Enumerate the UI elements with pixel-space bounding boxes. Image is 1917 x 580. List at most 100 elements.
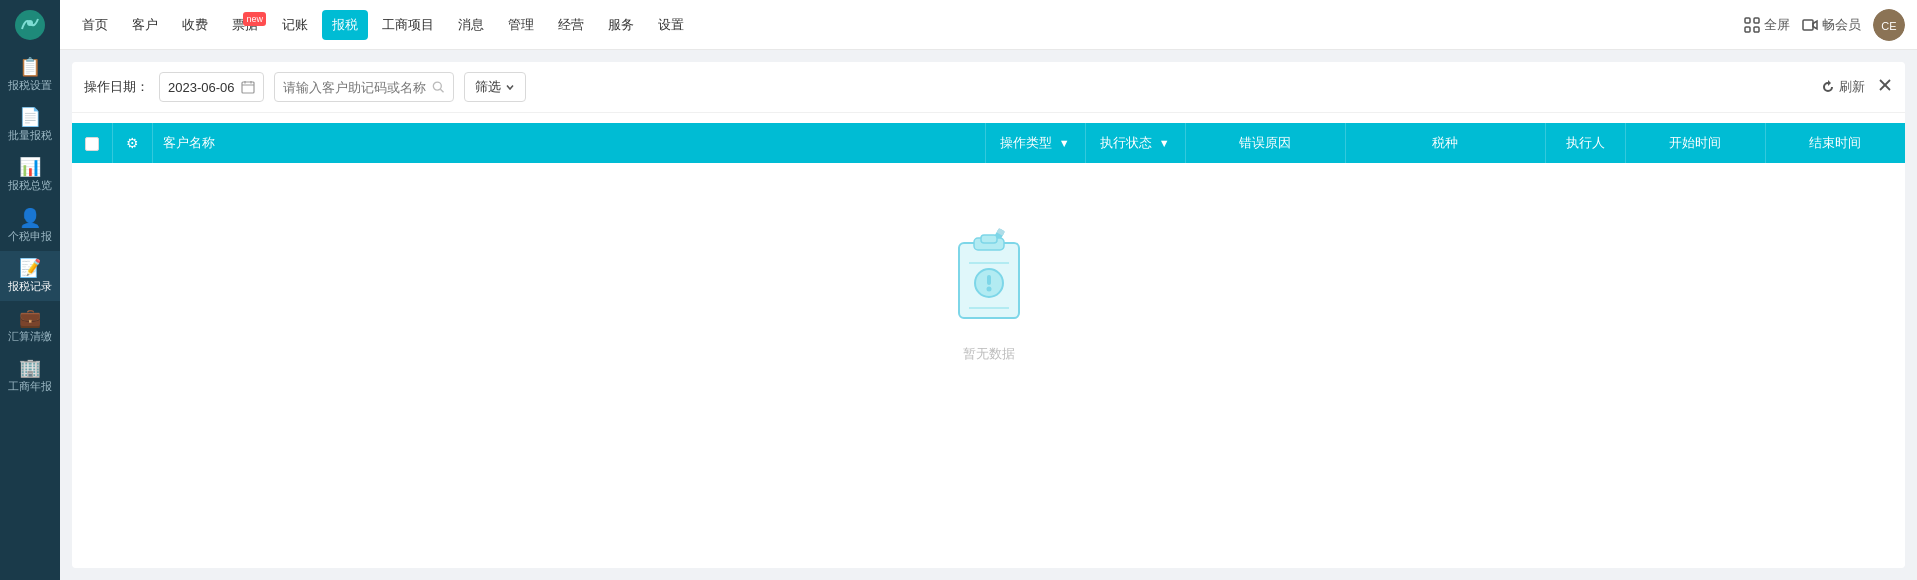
- date-value: 2023-06-06: [168, 80, 235, 95]
- filter-exec-status-icon[interactable]: ▼: [1159, 137, 1170, 149]
- main-area: 首页客户收费票据new记账报税工商项目消息管理经营服务设置 全屏 畅会员: [60, 0, 1917, 580]
- sidebar-label-4: 报税记录: [8, 280, 52, 293]
- nav-item-0[interactable]: 首页: [72, 10, 118, 40]
- sidebar-icon-5: 💼: [19, 309, 41, 327]
- topnav-right: 全屏 畅会员 CE: [1744, 9, 1905, 41]
- sidebar-item-1[interactable]: 📄 批量报税: [0, 100, 60, 150]
- settings-icon[interactable]: ⚙: [126, 135, 139, 151]
- sidebar-label-3: 个税申报: [8, 230, 52, 243]
- top-navbar: 首页客户收费票据new记账报税工商项目消息管理经营服务设置 全屏 畅会员: [60, 0, 1917, 50]
- sidebar-icon-6: 🏢: [19, 359, 41, 377]
- nav-item-8[interactable]: 管理: [498, 10, 544, 40]
- nav-item-9[interactable]: 经营: [548, 10, 594, 40]
- svg-point-13: [433, 82, 441, 90]
- nav-item-2[interactable]: 收费: [172, 10, 218, 40]
- th-tax-type: 税种: [1345, 123, 1545, 163]
- th-start-time: 开始时间: [1625, 123, 1765, 163]
- sidebar-icon-3: 👤: [19, 209, 41, 227]
- nav-badge-3: new: [243, 12, 266, 26]
- empty-illustration: [939, 223, 1039, 333]
- sidebar-item-5[interactable]: 💼 汇算清缴: [0, 301, 60, 351]
- sidebar-item-4[interactable]: 📝 报税记录: [0, 251, 60, 301]
- svg-line-14: [441, 89, 444, 92]
- sidebar-label-2: 报税总览: [8, 179, 52, 192]
- svg-rect-4: [1745, 27, 1750, 32]
- sidebar-item-6[interactable]: 🏢 工商年报: [0, 351, 60, 401]
- nav-items: 首页客户收费票据new记账报税工商项目消息管理经营服务设置: [72, 10, 1744, 40]
- filter-op-type-icon[interactable]: ▼: [1059, 137, 1070, 149]
- sidebar: 📋 报税设置 📄 批量报税 📊 报税总览 👤 个税申报 📝 报税记录 💼 汇算清…: [0, 0, 60, 580]
- sidebar-item-3[interactable]: 👤 个税申报: [0, 201, 60, 251]
- member-label: 畅会员: [1822, 16, 1861, 34]
- sidebar-icon-2: 📊: [19, 158, 41, 176]
- sidebar-icon-0: 📋: [19, 58, 41, 76]
- th-client-name: 客户名称: [152, 123, 985, 163]
- refresh-button[interactable]: 刷新: [1821, 78, 1865, 96]
- th-checkbox: [72, 123, 112, 163]
- select-all-checkbox[interactable]: [85, 137, 99, 151]
- nav-item-5[interactable]: 报税: [322, 10, 368, 40]
- avatar[interactable]: CE: [1873, 9, 1905, 41]
- col-tax-type: 税种: [1432, 135, 1458, 150]
- svg-rect-2: [1745, 18, 1750, 23]
- col-op-type: 操作类型: [1000, 135, 1052, 150]
- sidebar-label-0: 报税设置: [8, 79, 52, 92]
- nav-item-6[interactable]: 工商项目: [372, 10, 444, 40]
- nav-item-4[interactable]: 记账: [272, 10, 318, 40]
- date-picker[interactable]: 2023-06-06: [159, 72, 264, 102]
- sidebar-item-0[interactable]: 📋 报税设置: [0, 50, 60, 100]
- sidebar-icon-4: 📝: [19, 259, 41, 277]
- th-settings: ⚙: [112, 123, 152, 163]
- svg-rect-5: [1754, 27, 1759, 32]
- sidebar-icon-1: 📄: [19, 108, 41, 126]
- video-icon: [1802, 17, 1818, 33]
- sidebar-item-2[interactable]: 📊 报税总览: [0, 150, 60, 200]
- content-inner: 操作日期： 2023-06-06: [60, 50, 1917, 580]
- filter-button[interactable]: 筛选: [464, 72, 526, 102]
- search-input[interactable]: [283, 80, 427, 95]
- refresh-label: 刷新: [1839, 78, 1865, 96]
- empty-state: 暂无数据: [72, 163, 1905, 423]
- col-error-reason: 错误原因: [1239, 135, 1291, 150]
- col-exec-status: 执行状态: [1100, 135, 1152, 150]
- records-table: ⚙ 客户名称 操作类型 ▼ 执行状态: [72, 123, 1905, 423]
- table-container: ⚙ 客户名称 操作类型 ▼ 执行状态: [72, 123, 1905, 568]
- sidebar-label-5: 汇算清缴: [8, 330, 52, 343]
- member-button[interactable]: 畅会员: [1802, 16, 1861, 34]
- svg-text:CE: CE: [1881, 20, 1896, 32]
- calendar-icon: [241, 80, 255, 94]
- col-client-name: 客户名称: [163, 135, 215, 150]
- empty-text: 暂无数据: [963, 345, 1015, 363]
- search-box[interactable]: [274, 72, 454, 102]
- toolbar: 操作日期： 2023-06-06: [72, 62, 1905, 113]
- sidebar-label-1: 批量报税: [8, 129, 52, 142]
- nav-item-10[interactable]: 服务: [598, 10, 644, 40]
- chevron-down-icon: [505, 82, 515, 92]
- search-icon: [432, 80, 444, 94]
- fullscreen-label: 全屏: [1764, 16, 1790, 34]
- nav-item-3[interactable]: 票据new: [222, 10, 268, 40]
- col-start-time: 开始时间: [1669, 135, 1721, 150]
- col-executor: 执行人: [1566, 135, 1605, 150]
- svg-rect-24: [987, 275, 991, 285]
- content-area: 操作日期： 2023-06-06: [60, 50, 1917, 580]
- svg-rect-9: [242, 82, 254, 93]
- close-icon: [1877, 77, 1893, 93]
- svg-rect-3: [1754, 18, 1759, 23]
- col-end-time: 结束时间: [1809, 135, 1861, 150]
- refresh-icon: [1821, 80, 1835, 94]
- toolbar-right: 刷新: [1821, 77, 1893, 97]
- nav-item-11[interactable]: 设置: [648, 10, 694, 40]
- nav-item-1[interactable]: 客户: [122, 10, 168, 40]
- th-error-reason: 错误原因: [1185, 123, 1345, 163]
- svg-rect-6: [1803, 20, 1813, 30]
- filter-label: 筛选: [475, 78, 501, 96]
- th-end-time: 结束时间: [1765, 123, 1905, 163]
- fullscreen-button[interactable]: 全屏: [1744, 16, 1790, 34]
- sidebar-label-6: 工商年报: [8, 380, 52, 393]
- nav-item-7[interactable]: 消息: [448, 10, 494, 40]
- date-label: 操作日期：: [84, 78, 149, 96]
- th-exec-status: 执行状态 ▼: [1085, 123, 1185, 163]
- close-button[interactable]: [1877, 77, 1893, 97]
- th-executor: 执行人: [1545, 123, 1625, 163]
